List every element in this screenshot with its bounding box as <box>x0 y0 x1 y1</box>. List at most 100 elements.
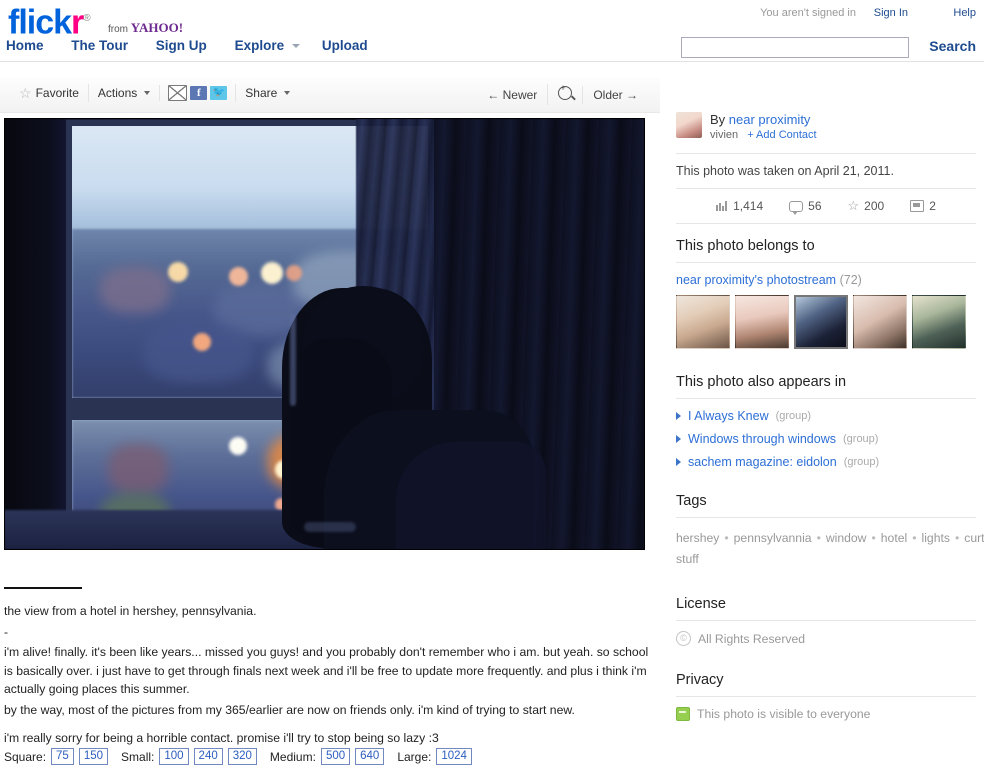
help-link[interactable]: Help <box>953 7 976 19</box>
photo-sizes-bar: Square: 75 150 Small: 100 240 320 Medium… <box>4 748 472 765</box>
actions-label: Actions <box>98 86 137 100</box>
nav-item-upload[interactable]: Upload <box>322 38 368 53</box>
size-link-small-100[interactable]: 100 <box>159 748 188 765</box>
nav-item-the-tour[interactable]: The Tour <box>71 38 128 53</box>
sign-in-link[interactable]: Sign In <box>874 7 908 19</box>
privacy-title: Privacy <box>676 672 976 688</box>
toolbar-actions-group: ☆ Favorite Actions f 🐦 Share <box>10 84 299 102</box>
square-sizes-label: Square: <box>4 750 46 764</box>
thumbnail-1[interactable] <box>676 295 730 349</box>
thumbnail-2[interactable] <box>735 295 789 349</box>
tags-title: Tags <box>676 493 976 509</box>
belongs-to-section: This photo belongs to near proximity's p… <box>676 238 976 349</box>
small-sizes-label: Small: <box>121 750 154 764</box>
share-menu-button[interactable]: Share <box>235 84 299 102</box>
description-line-2: - <box>4 623 652 642</box>
size-link-small-240[interactable]: 240 <box>194 748 223 765</box>
tag-lights[interactable]: lights <box>922 531 950 545</box>
size-link-medium-640[interactable]: 640 <box>355 748 384 765</box>
tag-curtain[interactable]: curtain <box>964 531 984 545</box>
photo-bokeh-light <box>261 262 283 284</box>
nav-item-sign-up[interactable]: Sign Up <box>156 38 207 53</box>
stat-notes[interactable]: 2 <box>910 199 936 213</box>
stat-comments[interactable]: 56 <box>789 199 821 213</box>
add-contact-link[interactable]: + Add Contact <box>747 129 816 141</box>
thumbnail-4[interactable] <box>853 295 907 349</box>
privacy-text: This photo is visible to everyone <box>697 707 870 721</box>
avatar[interactable] <box>676 112 702 138</box>
tag-list: hershey•pennsylvannia•window•hotel•light… <box>676 528 976 570</box>
logo-r-text: r <box>71 3 83 41</box>
size-link-small-320[interactable]: 320 <box>228 748 257 765</box>
email-icon[interactable] <box>168 85 187 101</box>
yahoo-text: YAHOO! <box>131 20 183 35</box>
photo-taken-date: This photo was taken on April 21, 2011. <box>676 164 976 178</box>
arrow-right-icon <box>676 435 681 443</box>
description-paragraph-2: by the way, most of the pictures from my… <box>4 701 652 720</box>
group-link-3[interactable]: sachem magazine: eidolon <box>688 455 837 469</box>
social-share-icons: f 🐦 <box>159 85 235 101</box>
search-button[interactable]: Search <box>929 38 976 54</box>
nav-item-explore[interactable]: Explore <box>235 38 285 53</box>
size-link-large-1024[interactable]: 1024 <box>436 748 472 765</box>
size-link-square-150[interactable]: 150 <box>79 748 108 765</box>
newer-photo-button[interactable]: ← Newer <box>477 86 547 104</box>
group-type-1: (group) <box>776 410 811 422</box>
author-link[interactable]: near proximity <box>729 112 811 127</box>
size-link-square-75[interactable]: 75 <box>51 748 74 765</box>
stat-views[interactable]: 1,414 <box>716 199 763 213</box>
description-divider <box>4 587 82 589</box>
description-paragraph-1: i'm alive! finally. it's been like years… <box>4 643 652 699</box>
photo-bokeh-light <box>193 333 211 351</box>
twitter-icon[interactable]: 🐦 <box>210 86 227 100</box>
chevron-down-icon[interactable] <box>292 44 300 48</box>
flickr-photo-page: flickr® from YAHOO! Home The Tour Sign U… <box>0 0 984 773</box>
author-realname-row: vivien + Add Contact <box>710 128 817 143</box>
photostream-count: (72) <box>840 273 862 287</box>
thumbnail-5[interactable] <box>912 295 966 349</box>
main-photo[interactable] <box>4 118 645 550</box>
size-link-medium-500[interactable]: 500 <box>321 748 350 765</box>
star-icon: ☆ <box>19 86 32 100</box>
search-input[interactable] <box>681 37 909 58</box>
large-sizes-label: Large: <box>397 750 431 764</box>
star-icon: ☆ <box>848 200 860 212</box>
note-icon <box>910 200 924 212</box>
favorite-button[interactable]: ☆ Favorite <box>10 84 88 102</box>
actions-menu-button[interactable]: Actions <box>88 84 159 102</box>
group-link-2[interactable]: Windows through windows <box>688 432 836 446</box>
license-row: © All Rights Reserved <box>676 631 976 646</box>
share-label: Share <box>245 86 277 100</box>
tag-hotel[interactable]: hotel <box>881 531 907 545</box>
older-photo-button[interactable]: Older → <box>582 86 648 104</box>
tag-hershey[interactable]: hershey <box>676 531 719 545</box>
site-header: flickr® from YAHOO! Home The Tour Sign U… <box>0 0 984 62</box>
photostream-label: near proximity's photostream <box>676 273 836 287</box>
description-line-1: the view from a hotel in hershey, pennsy… <box>4 602 652 621</box>
flickr-logo[interactable]: flickr® <box>8 2 90 39</box>
facebook-icon[interactable]: f <box>190 86 207 100</box>
bar-chart-icon <box>716 201 728 211</box>
chevron-down-icon <box>284 91 290 95</box>
photo-sidebar: By near proximity vivien + Add Contact T… <box>676 112 976 721</box>
views-count: 1,414 <box>733 199 763 213</box>
photo-toolbar: ☆ Favorite Actions f 🐦 Share ← Newer Old… <box>0 78 660 113</box>
section-underline <box>676 620 976 621</box>
magnifier-icon <box>558 86 572 100</box>
arrow-right-icon <box>676 412 681 420</box>
sidebar-divider <box>676 153 976 154</box>
stat-favorites[interactable]: ☆ 200 <box>848 199 885 213</box>
nav-item-home[interactable]: Home <box>6 38 44 53</box>
tag-pennsylvannia[interactable]: pennsylvannia <box>734 531 812 545</box>
comments-count: 56 <box>808 199 821 213</box>
photo-canvas <box>4 118 645 550</box>
group-list: I Always Knew (group) Windows through wi… <box>676 409 976 469</box>
thumbnail-3-current[interactable] <box>794 295 848 349</box>
group-type-2: (group) <box>843 433 878 445</box>
comment-bubble-icon <box>789 201 803 212</box>
photo-navigation-group: ← Newer Older → <box>477 84 648 105</box>
group-link-1[interactable]: I Always Knew <box>688 409 769 423</box>
tag-window[interactable]: window <box>826 531 867 545</box>
photostream-link[interactable]: near proximity's photostream (72) <box>676 273 862 287</box>
zoom-photo-button[interactable] <box>547 84 582 105</box>
